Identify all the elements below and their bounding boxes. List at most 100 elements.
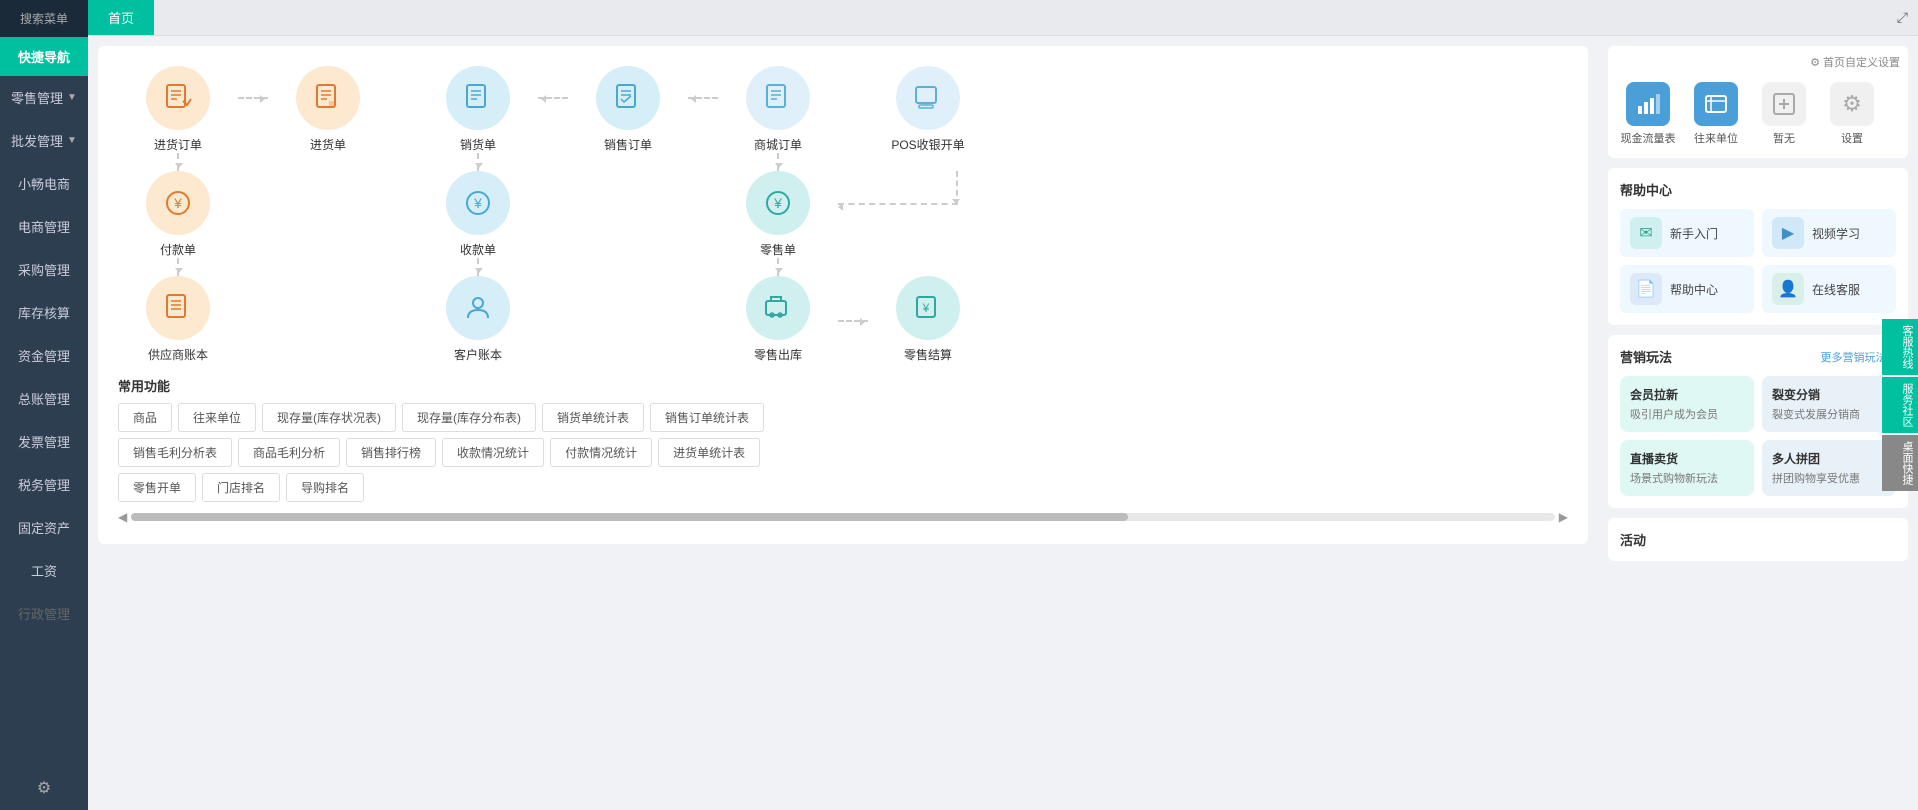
- purchase-bill-label: 进货单: [310, 136, 346, 153]
- func-btn-partner[interactable]: 往来单位: [178, 403, 256, 432]
- flow-node-sales-bill[interactable]: 销货单: [418, 66, 538, 153]
- func-btn-goods[interactable]: 商品: [118, 403, 172, 432]
- gear-icon: ⚙: [1810, 56, 1820, 69]
- sidebar-item-tax[interactable]: 税务管理: [0, 463, 88, 506]
- qn-item-settings[interactable]: ⚙ 设置: [1822, 82, 1882, 146]
- video-icon: ▶: [1772, 217, 1804, 249]
- func-btn-receipt[interactable]: 收款情况统计: [442, 438, 544, 467]
- flow-node-retail-settle[interactable]: ¥ 零售结算: [868, 276, 988, 363]
- float-btn-desktop[interactable]: 桌面快捷: [1882, 435, 1918, 491]
- sidebar-item-retail[interactable]: 零售管理▼: [0, 76, 88, 119]
- help-item-service[interactable]: 👤 在线客服: [1762, 265, 1896, 313]
- flow-node-retail-bill[interactable]: ¥ 零售单: [718, 171, 838, 258]
- mkt-item-live[interactable]: 直播卖货 场景式购物新玩法: [1620, 440, 1754, 496]
- mkt-desc-fission: 裂变式发展分销商: [1772, 406, 1886, 422]
- func-btn-sales-stat[interactable]: 销货单统计表: [542, 403, 644, 432]
- flow-node-supplier-account[interactable]: 供应商账本: [118, 276, 238, 363]
- func-btn-stock1[interactable]: 现存量(库存状况表): [262, 403, 396, 432]
- qn-item-cashflow[interactable]: 现金流量表: [1618, 82, 1678, 146]
- func-btn-payment[interactable]: 付款情况统计: [550, 438, 652, 467]
- mkt-item-fission[interactable]: 裂变分销 裂变式发展分销商: [1762, 376, 1896, 432]
- customer-account-label: 客户账本: [454, 346, 502, 363]
- pos-icon: [896, 66, 960, 130]
- purchase-bill-icon: [296, 66, 360, 130]
- homepage-settings-button[interactable]: ⚙ 首页自定义设置: [1810, 54, 1900, 70]
- qn-item-partner[interactable]: 往来单位: [1686, 82, 1746, 146]
- flow-col-supplier-account: 供应商账本: [118, 276, 238, 363]
- flow-node-payment-out[interactable]: ¥ 付款单: [118, 171, 238, 258]
- mkt-title-fission: 裂变分销: [1772, 386, 1886, 403]
- float-btn-service[interactable]: 客服热线: [1882, 319, 1918, 375]
- sidebar-settings-button[interactable]: ⚙: [0, 766, 88, 810]
- flow-node-purchase-bill[interactable]: 进货单: [268, 66, 388, 153]
- payment-in-label: 收款单: [460, 241, 496, 258]
- flow-node-retail-out[interactable]: 零售出库: [718, 276, 838, 363]
- activity-card: 活动: [1608, 518, 1908, 561]
- func-btn-store-rank[interactable]: 门店排名: [202, 473, 280, 502]
- sidebar-nav-highlight[interactable]: 快捷导航: [0, 37, 88, 76]
- func-btn-guide-rank[interactable]: 导购排名: [286, 473, 364, 502]
- sales-bill-icon: [446, 66, 510, 130]
- func-btn-gross2[interactable]: 商品毛利分析: [238, 438, 340, 467]
- flow-node-sales-order[interactable]: 销售订单: [568, 66, 688, 153]
- tab-home[interactable]: 首页: [88, 0, 154, 35]
- supplier-account-icon: [146, 276, 210, 340]
- mkt-desc-live: 场景式购物新玩法: [1630, 470, 1744, 486]
- scroll-left-button[interactable]: ◀: [118, 510, 127, 524]
- mkt-item-member[interactable]: 会员拉新 吸引用户成为会员: [1620, 376, 1754, 432]
- flow-node-customer-account[interactable]: 客户账本: [418, 276, 538, 363]
- connector-retail: [838, 276, 868, 366]
- help-card: 帮助中心 ✉ 新手入门 ▶ 视频学习 📄 帮助中心 👤: [1608, 168, 1908, 325]
- help-item-help[interactable]: 📄 帮助中心: [1620, 265, 1754, 313]
- fullscreen-button[interactable]: ⤢: [1887, 0, 1918, 35]
- purchase-order-icon: [146, 66, 210, 130]
- help-label-help: 帮助中心: [1670, 281, 1718, 298]
- qn-item-none[interactable]: 暂无: [1754, 82, 1814, 146]
- func-btn-order-stat[interactable]: 销售订单统计表: [650, 403, 764, 432]
- sidebar-item-purchase[interactable]: 采购管理: [0, 248, 88, 291]
- func-btn-retail-order[interactable]: 零售开单: [118, 473, 196, 502]
- flow-diagram: 进货订单: [118, 66, 1568, 366]
- connector-2: [538, 66, 568, 130]
- flow-node-payment-in[interactable]: ¥ 收款单: [418, 171, 538, 258]
- qn-label-cashflow: 现金流量表: [1621, 130, 1676, 146]
- sidebar-item-ecom[interactable]: 电商管理: [0, 205, 88, 248]
- beginner-icon: ✉: [1630, 217, 1662, 249]
- connector-3: [688, 66, 718, 130]
- sidebar-item-payroll[interactable]: 工资: [0, 549, 88, 592]
- help-label-video: 视频学习: [1812, 225, 1860, 242]
- float-btn-community[interactable]: 服务社区: [1882, 377, 1918, 433]
- scroll-right-button[interactable]: ▶: [1559, 510, 1568, 524]
- help-grid: ✉ 新手入门 ▶ 视频学习 📄 帮助中心 👤 在线客服: [1620, 209, 1896, 313]
- sidebar-item-admin[interactable]: 行政管理: [0, 592, 88, 635]
- func-btn-purchase-stat[interactable]: 进货单统计表: [658, 438, 760, 467]
- payment-out-icon: ¥: [146, 171, 210, 235]
- sidebar-search[interactable]: 搜索菜单: [0, 0, 88, 37]
- flow-card: 进货订单: [98, 46, 1588, 544]
- func-btn-gross1[interactable]: 销售毛利分析表: [118, 438, 232, 467]
- float-buttons: 客服热线 服务社区 桌面快捷: [1882, 319, 1918, 491]
- help-item-beginner[interactable]: ✉ 新手入门: [1620, 209, 1754, 257]
- flow-col-customer-account: 客户账本: [418, 276, 538, 363]
- flow-col-purchase-order: 进货订单: [118, 66, 238, 171]
- help-item-video[interactable]: ▶ 视频学习: [1762, 209, 1896, 257]
- sales-order-icon: [596, 66, 660, 130]
- func-btn-stock2[interactable]: 现存量(库存分布表): [402, 403, 536, 432]
- mkt-item-group[interactable]: 多人拼团 拼团购物享受优惠: [1762, 440, 1896, 496]
- svg-text:¥: ¥: [173, 195, 182, 211]
- sidebar-item-assets[interactable]: 固定资产: [0, 506, 88, 549]
- sidebar-item-ecom-small[interactable]: 小畅电商: [0, 162, 88, 205]
- sidebar-item-invoice[interactable]: 发票管理: [0, 420, 88, 463]
- flow-node-pos[interactable]: POS收银开单: [868, 66, 988, 153]
- flow-node-mall-order[interactable]: 商城订单: [718, 66, 838, 153]
- chevron-icon: ▼: [67, 92, 77, 103]
- flow-col-purchase-bill: 进货单: [268, 66, 388, 171]
- sidebar-item-ledger[interactable]: 总账管理: [0, 377, 88, 420]
- flow-node-purchase-order[interactable]: 进货订单: [118, 66, 238, 153]
- sidebar-item-wholesale[interactable]: 批发管理▼: [0, 119, 88, 162]
- sidebar-item-finance[interactable]: 资金管理: [0, 334, 88, 377]
- chevron-icon: ▼: [67, 135, 77, 146]
- sidebar-item-inventory[interactable]: 库存核算: [0, 291, 88, 334]
- scroll-track[interactable]: [131, 513, 1555, 521]
- func-btn-rank[interactable]: 销售排行榜: [346, 438, 436, 467]
